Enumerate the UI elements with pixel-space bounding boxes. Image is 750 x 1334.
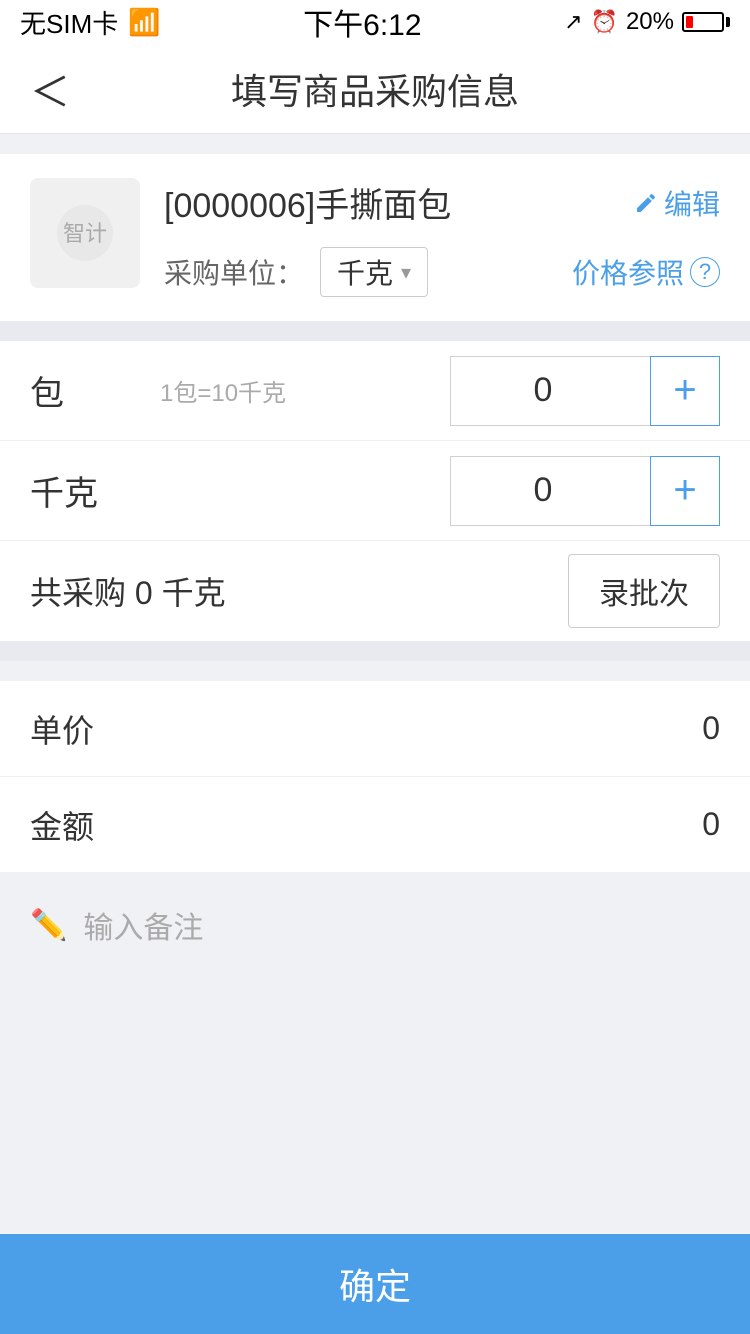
product-info: [0000006]手撕面包 编辑 采购单位： 千克 ▾ 价格参照 ?: [164, 178, 720, 297]
status-right: ↗ ⏰ 20%: [564, 8, 730, 36]
amount-value: 0: [702, 806, 720, 843]
kg-plus-button[interactable]: +: [650, 456, 720, 526]
status-bar: 无SIM卡 📶 下午6:12 ↗ ⏰ 20%: [0, 0, 750, 44]
page-title: 填写商品采购信息: [231, 63, 519, 115]
bao-plus-button[interactable]: +: [650, 356, 720, 426]
amount-row: 金额 0: [0, 777, 750, 873]
bao-input-wrap: +: [450, 356, 720, 426]
section-divider-1: [0, 321, 750, 341]
carrier-label: 无SIM卡: [20, 4, 118, 41]
help-icon: ?: [690, 257, 720, 287]
product-name: [0000006]手撕面包: [164, 178, 451, 227]
back-button[interactable]: ＜: [30, 60, 70, 118]
section-divider-2: [0, 641, 750, 661]
bao-input[interactable]: [450, 356, 650, 426]
summary-text: 共采购 0 千克: [30, 568, 226, 614]
svg-text:智计: 智计: [63, 221, 107, 246]
bao-row: 包 1包=10千克 +: [0, 341, 750, 441]
edit-button[interactable]: 编辑: [634, 183, 720, 223]
unit-price-row: 单价 0: [0, 681, 750, 777]
unit-select[interactable]: 千克 ▾: [320, 247, 428, 297]
battery-pct: 20%: [626, 8, 674, 36]
status-time: 下午6:12: [303, 0, 421, 44]
product-section: 智计 [0000006]手撕面包 编辑 采购单位： 千克 ▾ 价格参照: [0, 154, 750, 321]
pencil-icon: ✏️: [30, 908, 67, 943]
bao-label: 包: [30, 366, 150, 415]
kg-row: 千克 +: [0, 441, 750, 541]
unit-price-label: 单价: [30, 706, 94, 752]
product-name-row: [0000006]手撕面包 编辑: [164, 178, 720, 227]
edit-icon: [634, 191, 658, 215]
kg-input[interactable]: [450, 456, 650, 526]
alarm-icon: ⏰: [591, 9, 618, 35]
info-section: 单价 0 金额 0: [0, 681, 750, 873]
unit-row: 采购单位： 千克 ▾ 价格参照 ?: [164, 247, 720, 297]
input-section: 包 1包=10千克 + 千克 + 共采购 0 千克 录批次: [0, 341, 750, 641]
batch-button[interactable]: 录批次: [568, 554, 720, 628]
product-image: 智计: [30, 178, 140, 288]
notes-section[interactable]: ✏️ 输入备注: [0, 873, 750, 1193]
status-left: 无SIM卡 📶: [20, 4, 161, 41]
wifi-icon: 📶: [128, 7, 160, 38]
kg-label: 千克: [30, 466, 150, 515]
battery-icon: [682, 12, 730, 32]
kg-input-wrap: +: [450, 456, 720, 526]
summary-row: 共采购 0 千克 录批次: [0, 541, 750, 641]
bao-sublabel: 1包=10千克: [160, 373, 450, 408]
unit-label: 采购单位：: [164, 252, 304, 292]
amount-label: 金额: [30, 802, 94, 848]
notes-inner: ✏️ 输入备注: [30, 903, 720, 947]
confirm-button[interactable]: 确定: [0, 1234, 750, 1334]
notes-placeholder: 输入备注: [83, 903, 203, 947]
nav-bar: ＜ 填写商品采购信息: [0, 44, 750, 134]
unit-price-value: 0: [702, 710, 720, 747]
location-icon: ↗: [564, 9, 582, 35]
price-ref-button[interactable]: 价格参照 ?: [572, 252, 720, 292]
chevron-down-icon: ▾: [401, 260, 411, 285]
